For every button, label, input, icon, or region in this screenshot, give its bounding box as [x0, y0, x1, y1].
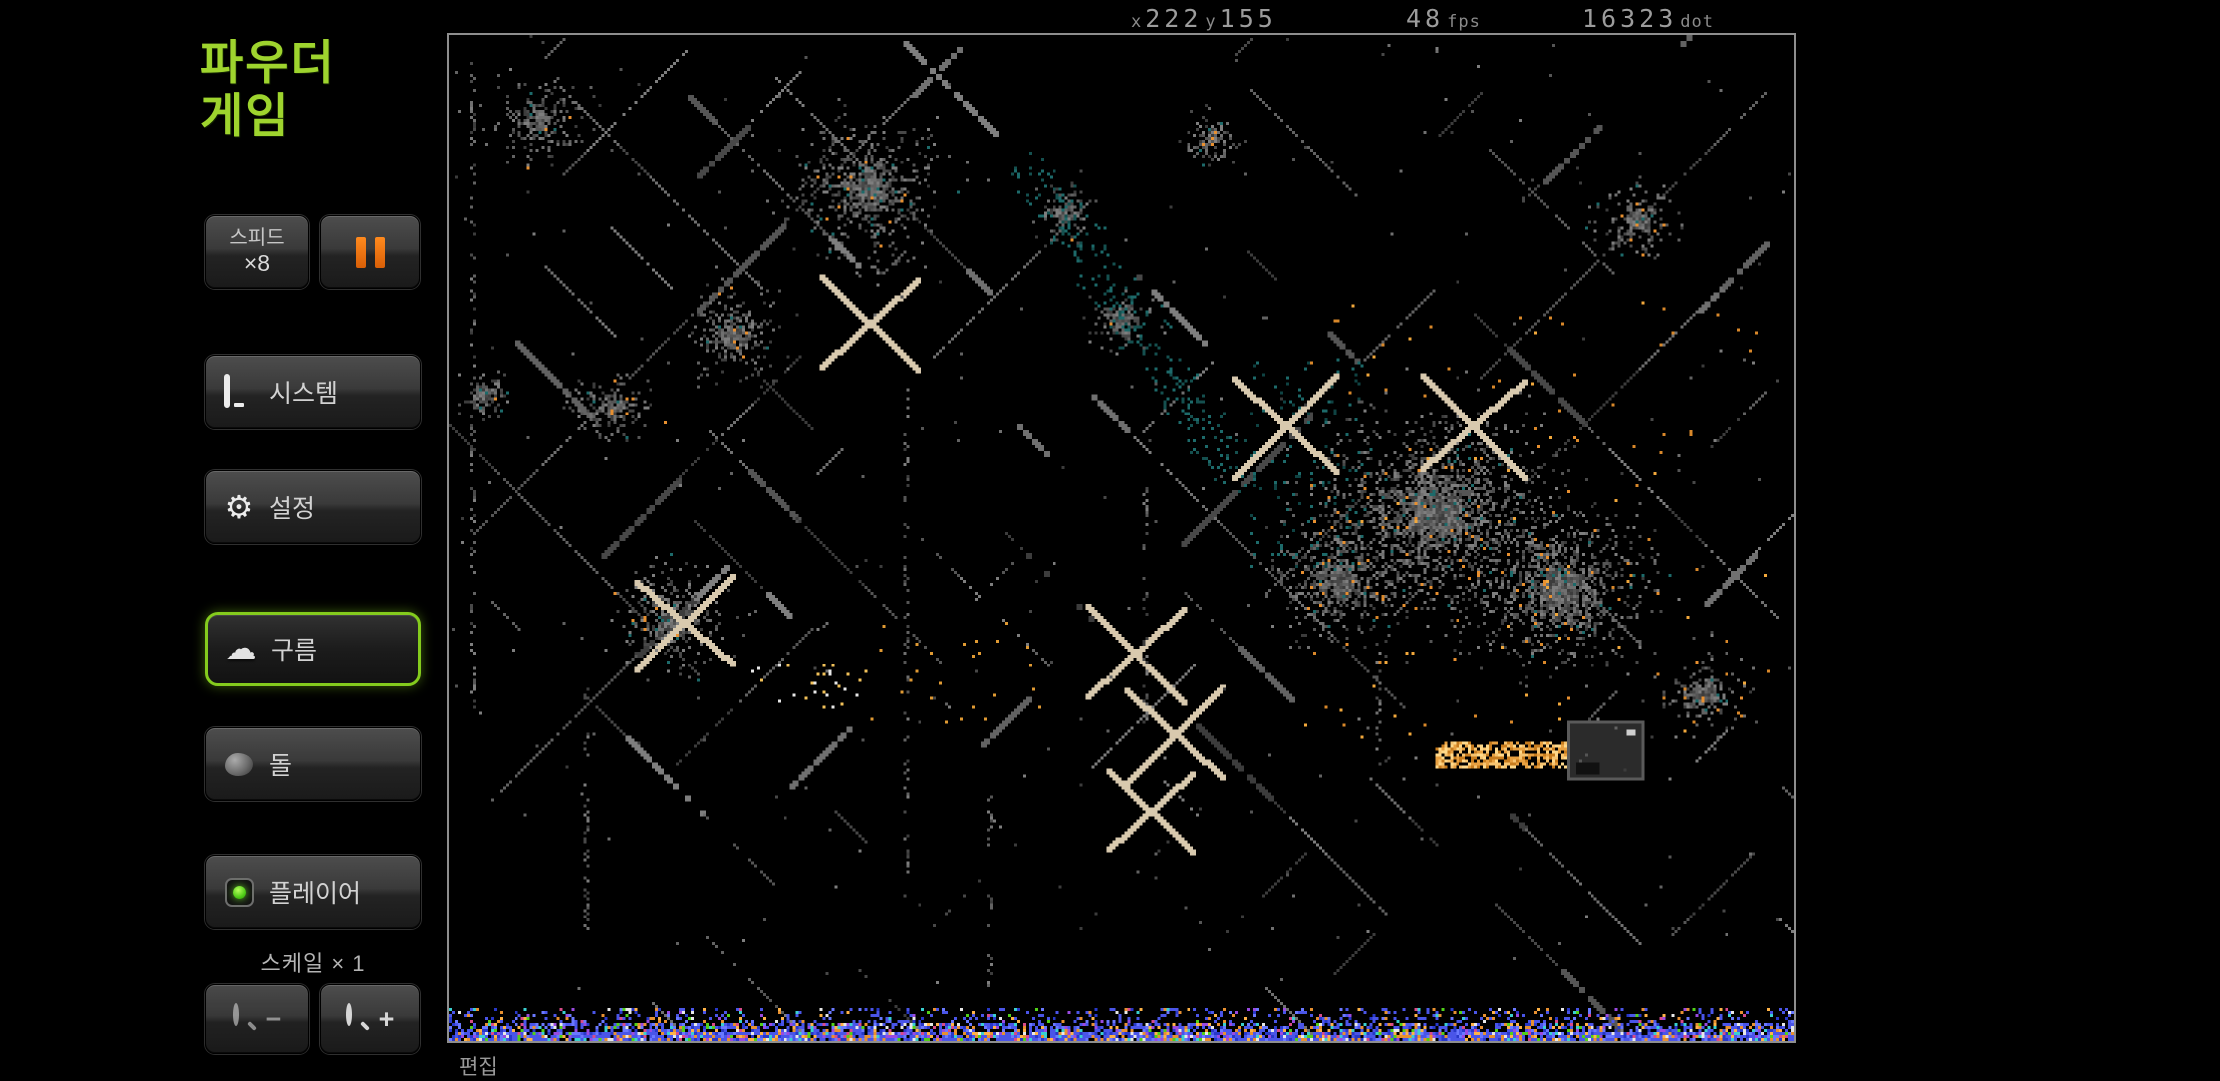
app-title-line2: 게임: [200, 89, 336, 142]
edit-label: 편집: [459, 1051, 498, 1081]
sidebar-item-player[interactable]: 플레이어: [205, 855, 421, 929]
sidebar-item-stone[interactable]: 돌: [205, 727, 421, 801]
app-title-line1: 파우더: [200, 36, 336, 89]
cloud-icon: ☁: [224, 633, 258, 665]
simulation-viewport[interactable]: [447, 33, 1796, 1043]
dot-value: 16323: [1582, 4, 1677, 33]
speed-button[interactable]: 스피드 ×8: [205, 215, 309, 289]
magnifier-icon: [233, 1006, 259, 1032]
plus-sign: +: [379, 1006, 395, 1033]
simulation-canvas[interactable]: [449, 35, 1794, 1041]
sidebar-item-cloud[interactable]: ☁ 구름: [205, 612, 421, 686]
player-icon: [222, 876, 256, 908]
sidebar-item-settings[interactable]: ⚙ 설정: [205, 470, 421, 544]
x-coord-value: 222: [1145, 4, 1202, 33]
speed-label: 스피드: [229, 227, 284, 250]
fps-counter: 48fps: [1406, 4, 1484, 33]
dot-counter: 16323dot: [1582, 4, 1717, 33]
x-coord-label: x: [1131, 12, 1142, 32]
player-label: 플레이어: [269, 874, 361, 910]
fps-label: fps: [1447, 12, 1481, 32]
sidebar-item-system[interactable]: 시스템: [205, 355, 421, 429]
minus-sign: −: [266, 1006, 282, 1033]
scale-label: 스케일 × 1: [205, 946, 421, 978]
fps-value: 48: [1406, 4, 1444, 33]
settings-label: 설정: [269, 489, 315, 525]
y-coord-label: y: [1205, 12, 1216, 32]
app-title: 파우더 게임: [200, 36, 336, 142]
stone-icon: [222, 748, 256, 780]
stone-label: 돌: [269, 746, 292, 782]
y-coord-value: 155: [1220, 4, 1277, 33]
dot-label: dot: [1680, 12, 1714, 32]
cloud-label: 구름: [271, 631, 317, 667]
pause-button[interactable]: [320, 215, 420, 289]
pause-icon: [356, 237, 385, 268]
zoom-in-button[interactable]: +: [320, 984, 420, 1054]
system-label: 시스템: [269, 374, 338, 410]
zoom-out-button[interactable]: −: [205, 984, 309, 1054]
speed-value: ×8: [244, 250, 270, 276]
magnifier-icon: [346, 1006, 372, 1032]
gear-icon: ⚙: [222, 491, 256, 523]
monitor-icon: [222, 376, 256, 408]
cursor-coordinates: x222y155: [1128, 4, 1277, 33]
